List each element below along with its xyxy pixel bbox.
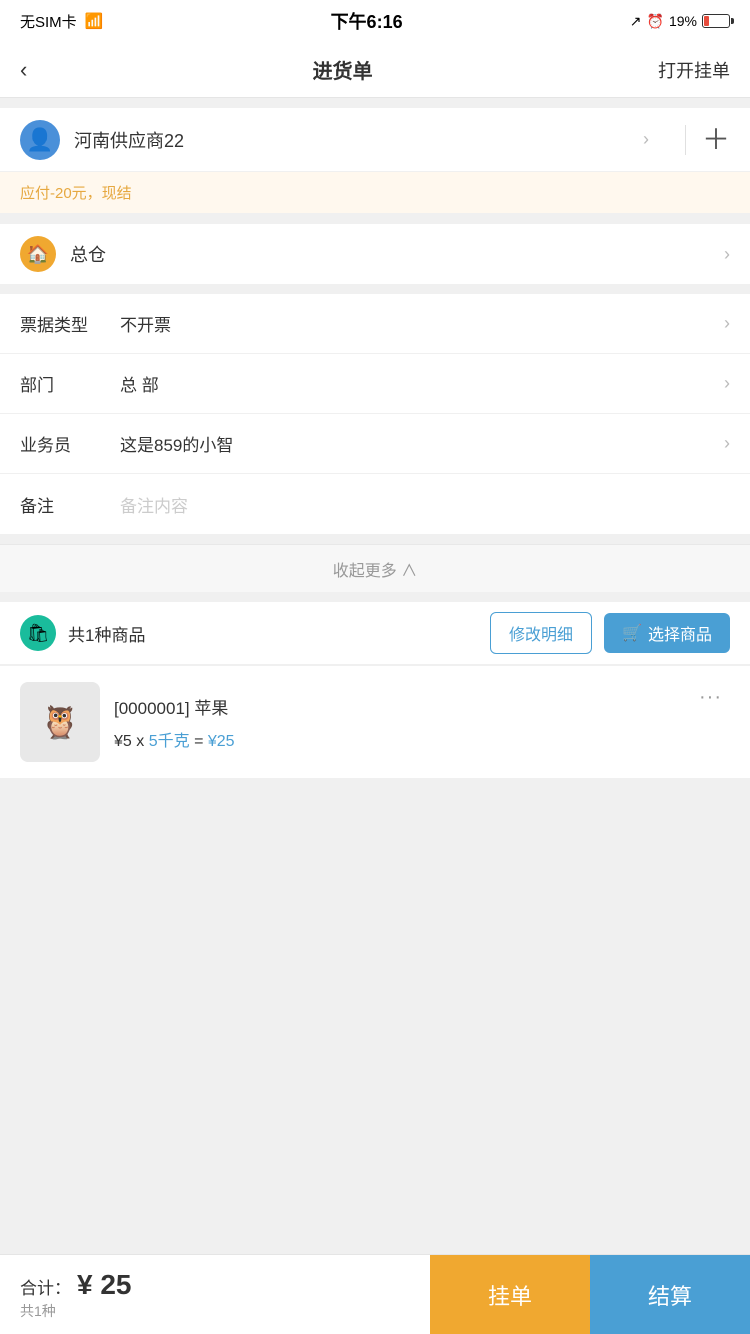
product-code: [0000001]: [114, 699, 190, 718]
dept-arrow-icon: ›: [724, 373, 730, 394]
modify-detail-button[interactable]: 修改明细: [490, 612, 592, 654]
dept-value: 总 部: [120, 371, 724, 396]
battery-icon: [702, 14, 730, 28]
warehouse-row[interactable]: 🏠 总仓 ›: [0, 224, 750, 284]
hold-button[interactable]: 挂单: [430, 1255, 590, 1334]
supplier-row[interactable]: 👤 河南供应商22 › ＋: [0, 108, 750, 172]
remark-row[interactable]: 备注 备注内容: [0, 474, 750, 534]
equals: =: [194, 733, 208, 750]
product-header: 🛍 共1种商品 修改明细 🛒 选择商品: [0, 602, 750, 664]
supplier-arrow-icon: ›: [643, 129, 649, 150]
product-info: [0000001] 苹果 ¥5 x 5千克 = ¥25: [114, 694, 677, 751]
bottom-bar: 合计： ¥ 25 共1种 挂单 结算: [0, 1254, 750, 1334]
remark-input[interactable]: 备注内容: [120, 492, 730, 517]
time-display: 下午6:16: [331, 8, 403, 34]
product-count: 共1种商品: [68, 621, 478, 646]
collapse-bar[interactable]: 收起更多 ∧: [0, 544, 750, 592]
dept-label: 部门: [20, 371, 120, 396]
supplier-name: 河南供应商22: [74, 127, 643, 153]
open-hold-button[interactable]: 打开挂单: [658, 57, 730, 83]
product-icon: 🛍: [20, 615, 56, 651]
back-button[interactable]: ‹: [20, 57, 27, 83]
form-section: 票据类型 不开票 › 部门 总 部 › 业务员 这是859的小智 › 备注 备注…: [0, 294, 750, 534]
status-right: ↗ ⏰ 19%: [630, 13, 730, 30]
warehouse-icon: 🏠: [20, 236, 56, 272]
invoice-label: 票据类型: [20, 311, 120, 336]
alarm-icon: ⏰: [647, 13, 664, 30]
warehouse-arrow-icon: ›: [724, 244, 730, 265]
supplier-divider: [685, 125, 686, 155]
carrier-label: 无SIM卡: [20, 11, 77, 32]
supplier-avatar: 👤: [20, 120, 60, 160]
total-sub: 共1种: [20, 1301, 410, 1321]
select-icon: 🛒: [622, 623, 642, 643]
sales-arrow-icon: ›: [724, 433, 730, 454]
wifi-icon: 📶: [85, 12, 104, 30]
product-thumbnail: 🦉: [20, 682, 100, 762]
product-item: 🦉 [0000001] 苹果 ¥5 x 5千克 = ¥25 ···: [0, 666, 750, 778]
price-separator: x: [136, 733, 148, 750]
total-label: 合计：: [20, 1274, 71, 1299]
status-bar: 无SIM卡 📶 下午6:16 ↗ ⏰ 19%: [0, 0, 750, 42]
product-price: ¥5 x 5千克 = ¥25: [114, 727, 677, 751]
battery-percent: 19%: [669, 13, 697, 29]
invoice-value: 不开票: [120, 311, 724, 336]
invoice-arrow-icon: ›: [724, 313, 730, 334]
unit-price: ¥5: [114, 733, 132, 750]
product-more-button[interactable]: ···: [691, 682, 730, 713]
remark-label: 备注: [20, 492, 120, 517]
warehouse-name: 总仓: [70, 241, 724, 267]
top-divider: [0, 98, 750, 108]
invoice-row[interactable]: 票据类型 不开票 ›: [0, 294, 750, 354]
total-area: 合计： ¥ 25 共1种: [0, 1269, 430, 1321]
select-product-button[interactable]: 🛒 选择商品: [604, 613, 730, 653]
add-supplier-button[interactable]: ＋: [702, 126, 730, 154]
select-label: 选择商品: [648, 621, 712, 645]
quantity: 5千克: [149, 733, 190, 750]
sales-label: 业务员: [20, 431, 120, 456]
page-title: 进货单: [313, 55, 373, 84]
sales-value: 这是859的小智: [120, 431, 724, 456]
dept-row[interactable]: 部门 总 部 ›: [0, 354, 750, 414]
product-name: [0000001] 苹果: [114, 694, 677, 719]
bottom-spacer: [0, 778, 750, 798]
status-left: 无SIM卡 📶: [20, 11, 103, 32]
collapse-label: 收起更多 ∧: [333, 557, 417, 581]
total-price: ¥25: [208, 733, 235, 750]
sales-row[interactable]: 业务员 这是859的小智 ›: [0, 414, 750, 474]
nav-bar: ‹ 进货单 打开挂单: [0, 42, 750, 98]
notice-bar: 应付-20元，现结: [0, 172, 750, 214]
total-amount: ¥ 25: [77, 1269, 132, 1301]
settle-button[interactable]: 结算: [590, 1255, 750, 1334]
product-title: 苹果: [194, 699, 228, 718]
location-icon: ↗: [630, 13, 642, 30]
owl-icon: 🦉: [40, 703, 80, 741]
avatar-icon: 👤: [26, 127, 53, 153]
